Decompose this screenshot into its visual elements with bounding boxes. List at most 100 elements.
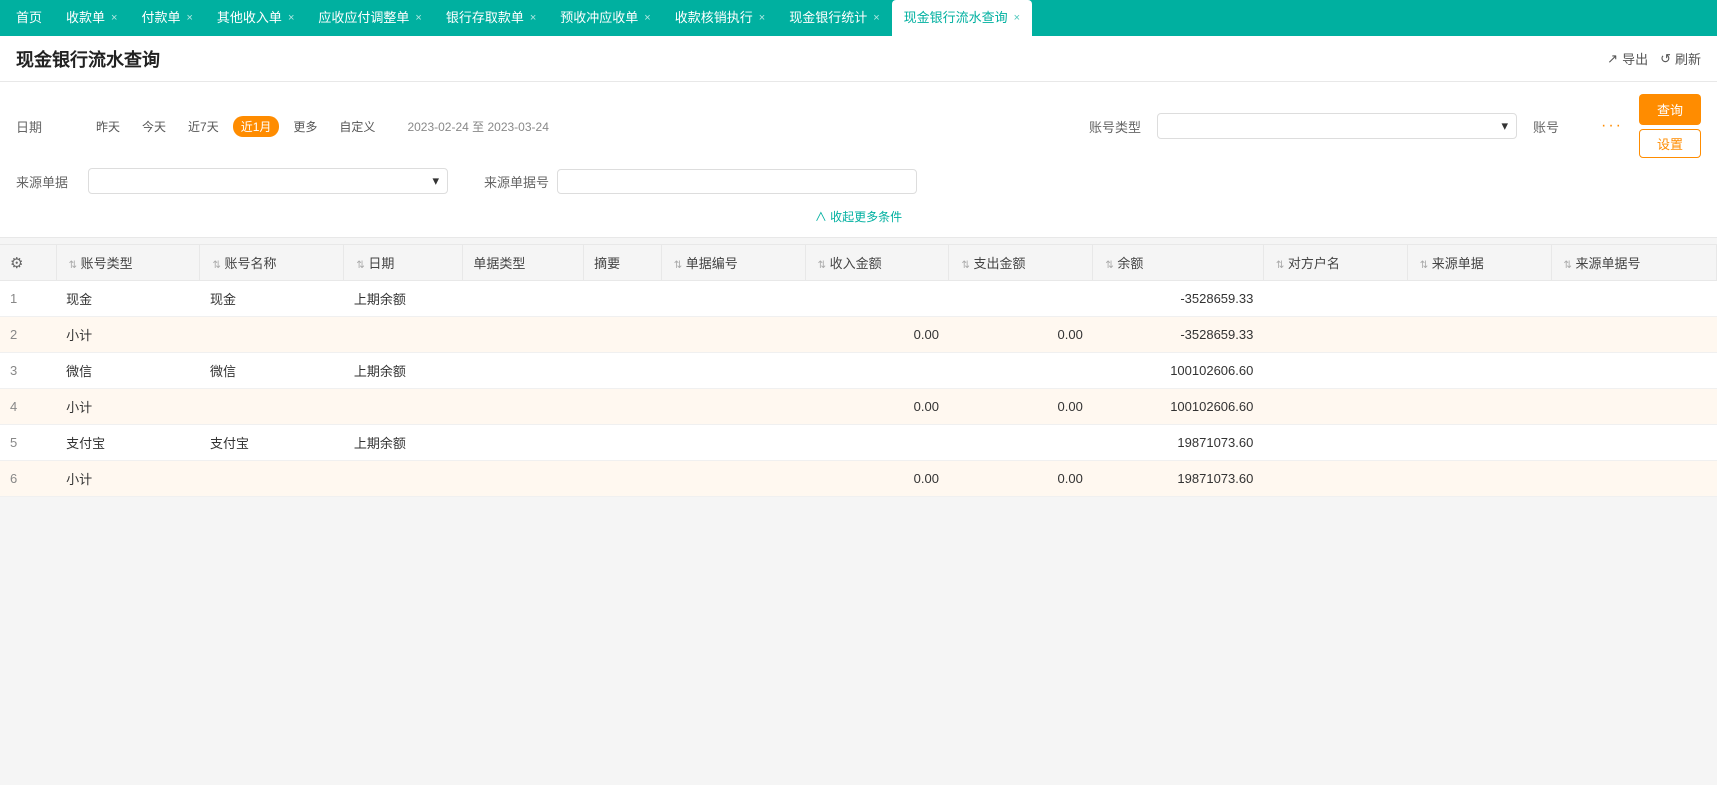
date-options: 昨天 今天 近7天 近1月 更多 自定义 xyxy=(88,116,383,137)
source-doc-no-cell xyxy=(1551,425,1716,461)
col-account-type[interactable]: ⇅ 账号类型 xyxy=(56,245,200,281)
close-icon[interactable]: × xyxy=(644,0,650,36)
date-opt-today[interactable]: 今天 xyxy=(134,116,174,137)
doc-no-cell xyxy=(661,281,805,317)
date-opt-yesterday[interactable]: 昨天 xyxy=(88,116,128,137)
counterparty-cell xyxy=(1263,317,1407,353)
doc-type-cell xyxy=(463,425,584,461)
nav-other-income[interactable]: 其他收入单 × xyxy=(205,0,306,36)
col-date[interactable]: ⇅ 日期 xyxy=(344,245,463,281)
collapse-bar[interactable]: ∧ 收起更多条件 xyxy=(16,204,1701,225)
source-doc-no-cell xyxy=(1551,317,1716,353)
summary-cell xyxy=(584,389,662,425)
filter-row-date: 日期 昨天 今天 近7天 近1月 更多 自定义 2023-02-24 至 202… xyxy=(16,94,1701,158)
nav-payment[interactable]: 付款单 × xyxy=(129,0,204,36)
nav-cash-flow[interactable]: 现金银行流水查询 × xyxy=(892,0,1032,36)
row-number: 2 xyxy=(0,317,56,353)
expense-cell: 0.00 xyxy=(949,317,1093,353)
close-icon[interactable]: × xyxy=(759,0,765,36)
col-gear[interactable]: ⚙ xyxy=(0,245,56,281)
doc-no-cell xyxy=(661,317,805,353)
settings-button[interactable]: 设置 xyxy=(1639,129,1701,158)
expense-cell xyxy=(949,281,1093,317)
source-doc-cell xyxy=(1407,425,1551,461)
close-icon[interactable]: × xyxy=(530,0,536,36)
nav-receipt[interactable]: 收款单 × xyxy=(54,0,129,36)
date-cell xyxy=(344,461,463,497)
doc-type-cell xyxy=(463,353,584,389)
nav-adjustment[interactable]: 应收应付调整单 × xyxy=(306,0,433,36)
col-expense[interactable]: ⇅ 支出金额 xyxy=(949,245,1093,281)
summary-cell xyxy=(584,461,662,497)
col-doc-no[interactable]: ⇅ 单据编号 xyxy=(661,245,805,281)
income-cell: 0.00 xyxy=(805,317,949,353)
close-icon[interactable]: × xyxy=(186,0,192,36)
page-title: 现金银行流水查询 xyxy=(16,46,160,72)
account-type-label: 账号类型 xyxy=(1089,117,1149,136)
account-type-cell: 小计 xyxy=(56,389,200,425)
balance-cell: 19871073.60 xyxy=(1093,461,1264,497)
income-cell xyxy=(805,353,949,389)
counterparty-cell xyxy=(1263,461,1407,497)
source-doc-no-input[interactable] xyxy=(557,169,917,194)
source-doc-no-label: 来源单据号 xyxy=(484,172,549,191)
expense-cell xyxy=(949,425,1093,461)
data-table: ⚙ ⇅ 账号类型 ⇅ 账号名称 ⇅ 日期 单据类型 摘要 ⇅ 单据编号 ⇅ 收入… xyxy=(0,244,1717,497)
account-type-select[interactable]: ▾ xyxy=(1157,113,1517,139)
col-source-doc[interactable]: ⇅ 来源单据 xyxy=(1407,245,1551,281)
source-doc-no-cell xyxy=(1551,389,1716,425)
close-icon[interactable]: × xyxy=(1014,0,1020,36)
col-counterparty[interactable]: ⇅ 对方户名 xyxy=(1263,245,1407,281)
account-type-cell: 支付宝 xyxy=(56,425,200,461)
nav-prepayment[interactable]: 预收冲应收单 × xyxy=(548,0,662,36)
account-type-cell: 微信 xyxy=(56,353,200,389)
account-name-cell xyxy=(200,317,344,353)
income-cell xyxy=(805,425,949,461)
header-actions: ↗ 导出 ↺ 刷新 xyxy=(1607,49,1701,68)
doc-no-cell xyxy=(661,389,805,425)
balance-cell: -3528659.33 xyxy=(1093,281,1264,317)
account-name-cell: 微信 xyxy=(200,353,344,389)
summary-cell xyxy=(584,425,662,461)
table-container: ⚙ ⇅ 账号类型 ⇅ 账号名称 ⇅ 日期 单据类型 摘要 ⇅ 单据编号 ⇅ 收入… xyxy=(0,244,1717,497)
doc-type-cell xyxy=(463,389,584,425)
date-opt-custom[interactable]: 自定义 xyxy=(331,116,383,137)
row-number: 5 xyxy=(0,425,56,461)
close-icon[interactable]: × xyxy=(111,0,117,36)
table-row: 4小计0.000.00100102606.60 xyxy=(0,389,1717,425)
date-cell: 上期余额 xyxy=(344,353,463,389)
col-source-doc-no[interactable]: ⇅ 来源单据号 xyxy=(1551,245,1716,281)
account-no-dots[interactable]: ··· xyxy=(1601,117,1623,135)
close-icon[interactable]: × xyxy=(415,0,421,36)
date-opt-more[interactable]: 更多 xyxy=(285,116,325,137)
nav-collection[interactable]: 收款核销执行 × xyxy=(663,0,777,36)
income-cell xyxy=(805,281,949,317)
refresh-button[interactable]: ↺ 刷新 xyxy=(1660,49,1701,68)
dropdown-icon: ▾ xyxy=(1501,118,1508,134)
income-cell: 0.00 xyxy=(805,461,949,497)
date-opt-7days[interactable]: 近7天 xyxy=(180,116,227,137)
col-account-name[interactable]: ⇅ 账号名称 xyxy=(200,245,344,281)
nav-home[interactable]: 首页 xyxy=(4,0,54,36)
row-number: 6 xyxy=(0,461,56,497)
col-income[interactable]: ⇅ 收入金额 xyxy=(805,245,949,281)
col-doc-type[interactable]: 单据类型 xyxy=(463,245,584,281)
doc-type-cell xyxy=(463,461,584,497)
close-icon[interactable]: × xyxy=(873,0,879,36)
col-balance[interactable]: ⇅ 余额 xyxy=(1093,245,1264,281)
source-doc-select[interactable]: ▾ xyxy=(88,168,448,194)
export-button[interactable]: ↗ 导出 xyxy=(1607,49,1648,68)
expense-cell xyxy=(949,353,1093,389)
row-number: 4 xyxy=(0,389,56,425)
col-summary[interactable]: 摘要 xyxy=(584,245,662,281)
query-button[interactable]: 查询 xyxy=(1639,94,1701,125)
date-opt-1month[interactable]: 近1月 xyxy=(233,116,280,137)
close-icon[interactable]: × xyxy=(288,0,294,36)
nav-bank-deposit[interactable]: 银行存取款单 × xyxy=(434,0,548,36)
date-cell xyxy=(344,389,463,425)
nav-cash-stats[interactable]: 现金银行统计 × xyxy=(777,0,891,36)
table-row: 5支付宝支付宝上期余额19871073.60 xyxy=(0,425,1717,461)
counterparty-cell xyxy=(1263,389,1407,425)
account-name-cell: 现金 xyxy=(200,281,344,317)
doc-no-cell xyxy=(661,425,805,461)
